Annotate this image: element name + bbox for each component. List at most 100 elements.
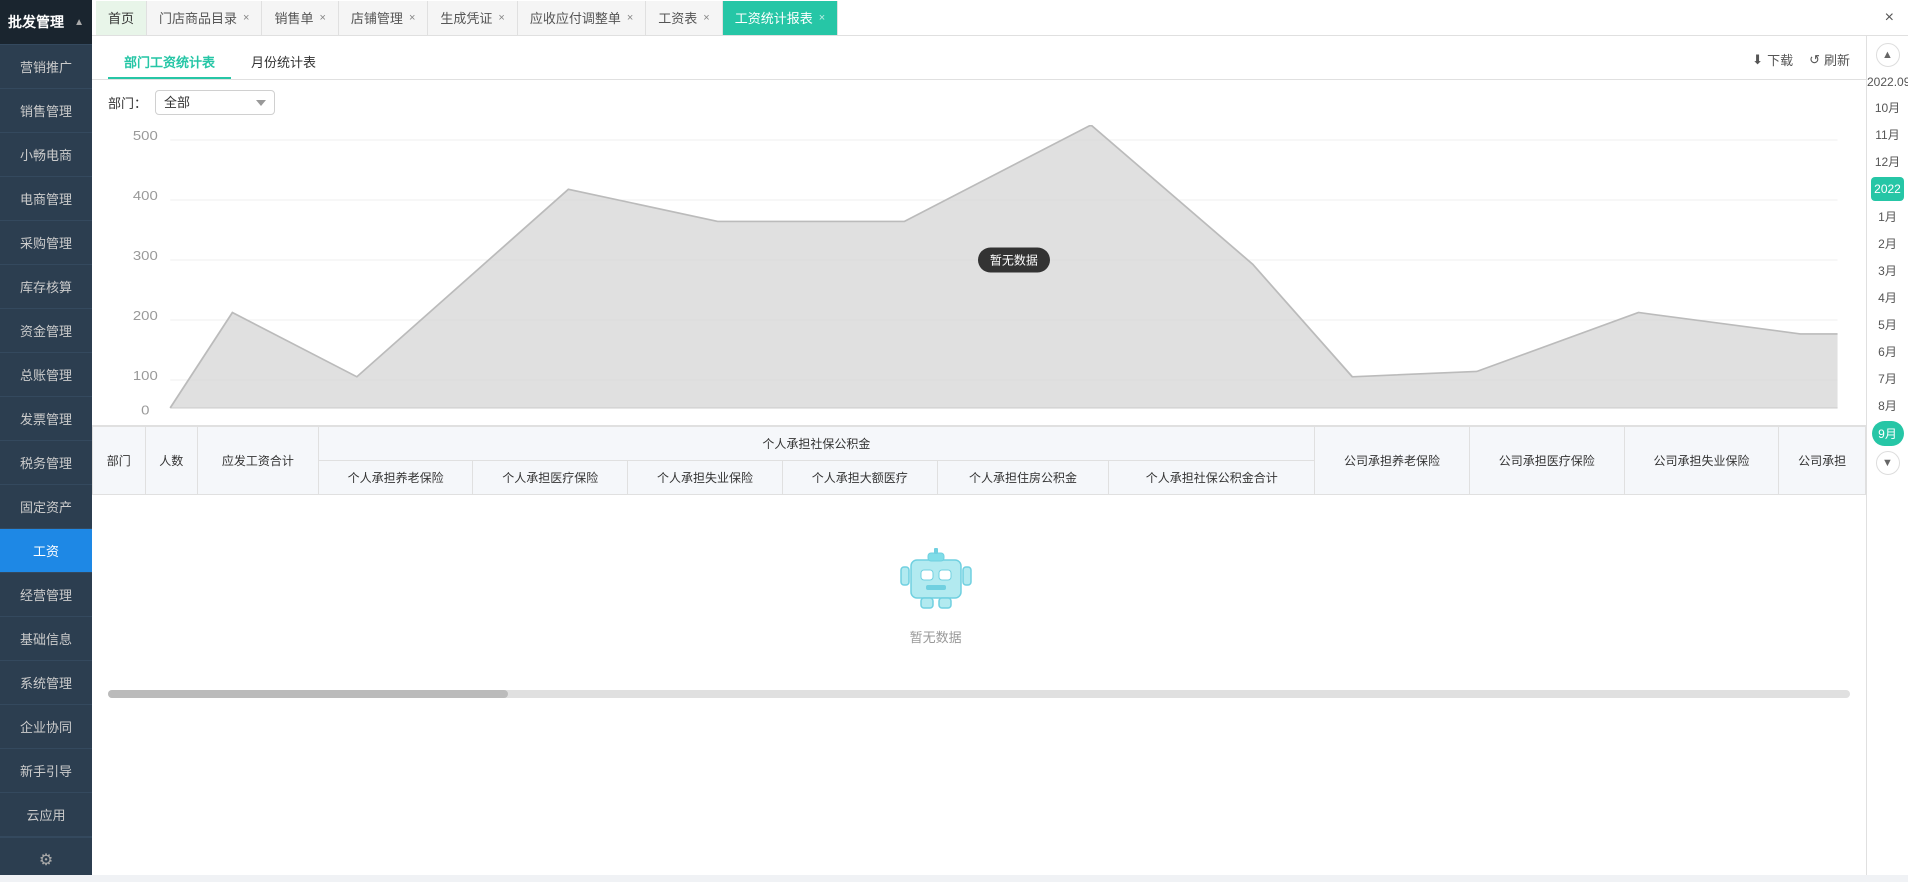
sidebar-item-inventory[interactable]: 库存核算 — [0, 265, 92, 309]
sidebar-item-marketing[interactable]: 营销推广 — [0, 45, 92, 89]
sidebar-item-system[interactable]: 系统管理 — [0, 661, 92, 705]
year-2022-label: 2022.09 — [1867, 70, 1908, 94]
svg-text:100: 100 — [133, 368, 158, 383]
action-bar: ⬇ 下载 ↺ 刷新 — [1752, 50, 1850, 75]
tab-voucher[interactable]: 生成凭证 × — [428, 1, 517, 35]
dept-filter-label: 部门： — [108, 93, 147, 112]
month-may[interactable]: 5月 — [1867, 311, 1908, 338]
sidebar-item-ledger[interactable]: 总账管理 — [0, 353, 92, 397]
month-nov[interactable]: 11月 — [1867, 121, 1908, 148]
th-total-salary: 应发工资合计 — [198, 427, 319, 495]
month-next-button[interactable]: ▼ — [1876, 451, 1900, 475]
th-personal-pension: 个人承担养老保险 — [318, 461, 473, 495]
inner-tabs: 部门工资统计表 月份统计表 — [108, 46, 332, 79]
year-2022-select[interactable]: 2022 — [1871, 177, 1904, 201]
sidebar-item-finance[interactable]: 资金管理 — [0, 309, 92, 353]
tab-month-stats[interactable]: 月份统计表 — [235, 46, 332, 79]
empty-icon — [896, 535, 976, 615]
month-feb[interactable]: 2月 — [1867, 230, 1908, 257]
inner-tab-bar: 部门工资统计表 月份统计表 ⬇ 下载 ↺ 刷新 — [92, 36, 1866, 80]
refresh-icon: ↺ — [1809, 52, 1820, 68]
month-mar[interactable]: 3月 — [1867, 257, 1908, 284]
close-tab-shop-mgmt[interactable]: × — [409, 12, 415, 24]
month-jun[interactable]: 6月 — [1867, 338, 1908, 365]
close-tab-ar-ap[interactable]: × — [627, 12, 633, 24]
download-icon: ⬇ — [1752, 52, 1763, 68]
tab-sales[interactable]: 销售单 × — [262, 1, 338, 35]
dept-filter-select[interactable]: 全部 销售部 财务部 人事部 技术部 — [155, 90, 275, 115]
chart-container: 500 400 300 200 100 0 — [108, 125, 1850, 425]
tab-store-catalog[interactable]: 门店商品目录 × — [147, 1, 262, 35]
th-personal-unemployment: 个人承担失业保险 — [628, 461, 783, 495]
close-tab-payroll[interactable]: × — [703, 12, 709, 24]
th-count: 人数 — [145, 427, 198, 495]
month-oct[interactable]: 10月 — [1867, 94, 1908, 121]
download-button[interactable]: ⬇ 下载 — [1752, 50, 1793, 69]
tab-shop-mgmt[interactable]: 店铺管理 × — [339, 1, 428, 35]
sidebar-item-basic-info[interactable]: 基础信息 — [0, 617, 92, 661]
tab-bar: 首页 门店商品目录 × 销售单 × 店铺管理 × 生成凭证 × 应收应付调整单 … — [92, 0, 1908, 36]
th-personal-insurance-group: 个人承担社保公积金 — [318, 427, 1314, 461]
sidebar-header[interactable]: 批发管理 ▲ — [0, 0, 92, 45]
svg-text:200: 200 — [133, 308, 158, 323]
tab-home[interactable]: 首页 — [96, 1, 147, 35]
close-all-tabs-button[interactable]: × — [1875, 5, 1904, 31]
main-area: 首页 门店商品目录 × 销售单 × 店铺管理 × 生成凭证 × 应收应付调整单 … — [92, 0, 1908, 875]
month-sep-active[interactable]: 9月 — [1872, 421, 1904, 446]
svg-text:0: 0 — [141, 402, 150, 417]
th-company-unemployment: 公司承担失业保险 — [1624, 427, 1779, 495]
svg-text:300: 300 — [133, 248, 158, 263]
sidebar: 批发管理 ▲ 营销推广 销售管理 小畅电商 电商管理 采购管理 库存核算 资金管… — [0, 0, 92, 875]
chart-svg: 500 400 300 200 100 0 — [108, 125, 1850, 425]
th-personal-housing-fund: 个人承担住房公积金 — [937, 461, 1109, 495]
sidebar-item-sales[interactable]: 销售管理 — [0, 89, 92, 133]
table-scrollbar[interactable] — [108, 690, 1850, 698]
sidebar-item-payroll[interactable]: 工资 — [0, 529, 92, 573]
month-aug[interactable]: 8月 — [1867, 392, 1908, 419]
month-jan[interactable]: 1月 — [1867, 203, 1908, 230]
svg-text:500: 500 — [133, 128, 158, 143]
chevron-up-icon: ▲ — [1882, 49, 1893, 61]
tab-payroll[interactable]: 工资表 × — [646, 1, 722, 35]
sidebar-item-tax[interactable]: 税务管理 — [0, 441, 92, 485]
empty-label: 暂无数据 — [910, 627, 962, 646]
content-wrapper: 部门工资统计表 月份统计表 ⬇ 下载 ↺ 刷新 — [92, 36, 1908, 875]
month-prev-button[interactable]: ▲ — [1876, 43, 1900, 67]
tab-ar-ap[interactable]: 应收应付调整单 × — [518, 1, 646, 35]
sidebar-item-invoice[interactable]: 发票管理 — [0, 397, 92, 441]
gear-icon: ⚙ — [39, 852, 53, 869]
settings-button[interactable]: ⚙ — [0, 837, 92, 882]
table-scrollbar-thumb[interactable] — [108, 690, 508, 698]
chevron-down-icon: ▼ — [1882, 457, 1893, 469]
th-personal-total: 个人承担社保公积金合计 — [1109, 461, 1315, 495]
close-tab-voucher[interactable]: × — [498, 12, 504, 24]
tab-dept-stats[interactable]: 部门工资统计表 — [108, 46, 231, 79]
table-area[interactable]: 部门 人数 应发工资合计 个人承担社保公积金 — [92, 425, 1866, 875]
sidebar-item-cloud[interactable]: 云应用 — [0, 793, 92, 837]
sidebar-item-ecommerce-small[interactable]: 小畅电商 — [0, 133, 92, 177]
th-dept: 部门 — [93, 427, 146, 495]
sidebar-item-ecommerce-mgmt[interactable]: 电商管理 — [0, 177, 92, 221]
empty-state-row: 暂无数据 — [93, 495, 1866, 687]
month-dec[interactable]: 12月 — [1867, 148, 1908, 175]
close-tab-store-catalog[interactable]: × — [243, 12, 249, 24]
tab-payroll-report[interactable]: 工资统计报表 × — [723, 1, 838, 35]
sidebar-item-collab[interactable]: 企业协同 — [0, 705, 92, 749]
sidebar-toggle-icon: ▲ — [74, 17, 84, 28]
data-table: 部门 人数 应发工资合计 个人承担社保公积金 — [92, 426, 1866, 686]
svg-text:400: 400 — [133, 188, 158, 203]
close-tab-sales[interactable]: × — [319, 12, 325, 24]
sidebar-item-operations[interactable]: 经营管理 — [0, 573, 92, 617]
page-content: 部门工资统计表 月份统计表 ⬇ 下载 ↺ 刷新 — [92, 36, 1866, 875]
th-company-other: 公司承担 — [1779, 427, 1866, 495]
empty-state: 暂无数据 — [93, 495, 1779, 686]
month-apr[interactable]: 4月 — [1867, 284, 1908, 311]
month-jul[interactable]: 7月 — [1867, 365, 1908, 392]
th-personal-medical: 个人承担医疗保险 — [473, 461, 628, 495]
sidebar-item-purchase[interactable]: 采购管理 — [0, 221, 92, 265]
chart-area: 500 400 300 200 100 0 — [92, 125, 1866, 425]
close-tab-payroll-report[interactable]: × — [819, 12, 825, 24]
refresh-button[interactable]: ↺ 刷新 — [1809, 50, 1850, 69]
sidebar-item-fixed-assets[interactable]: 固定资产 — [0, 485, 92, 529]
sidebar-item-guide[interactable]: 新手引导 — [0, 749, 92, 793]
